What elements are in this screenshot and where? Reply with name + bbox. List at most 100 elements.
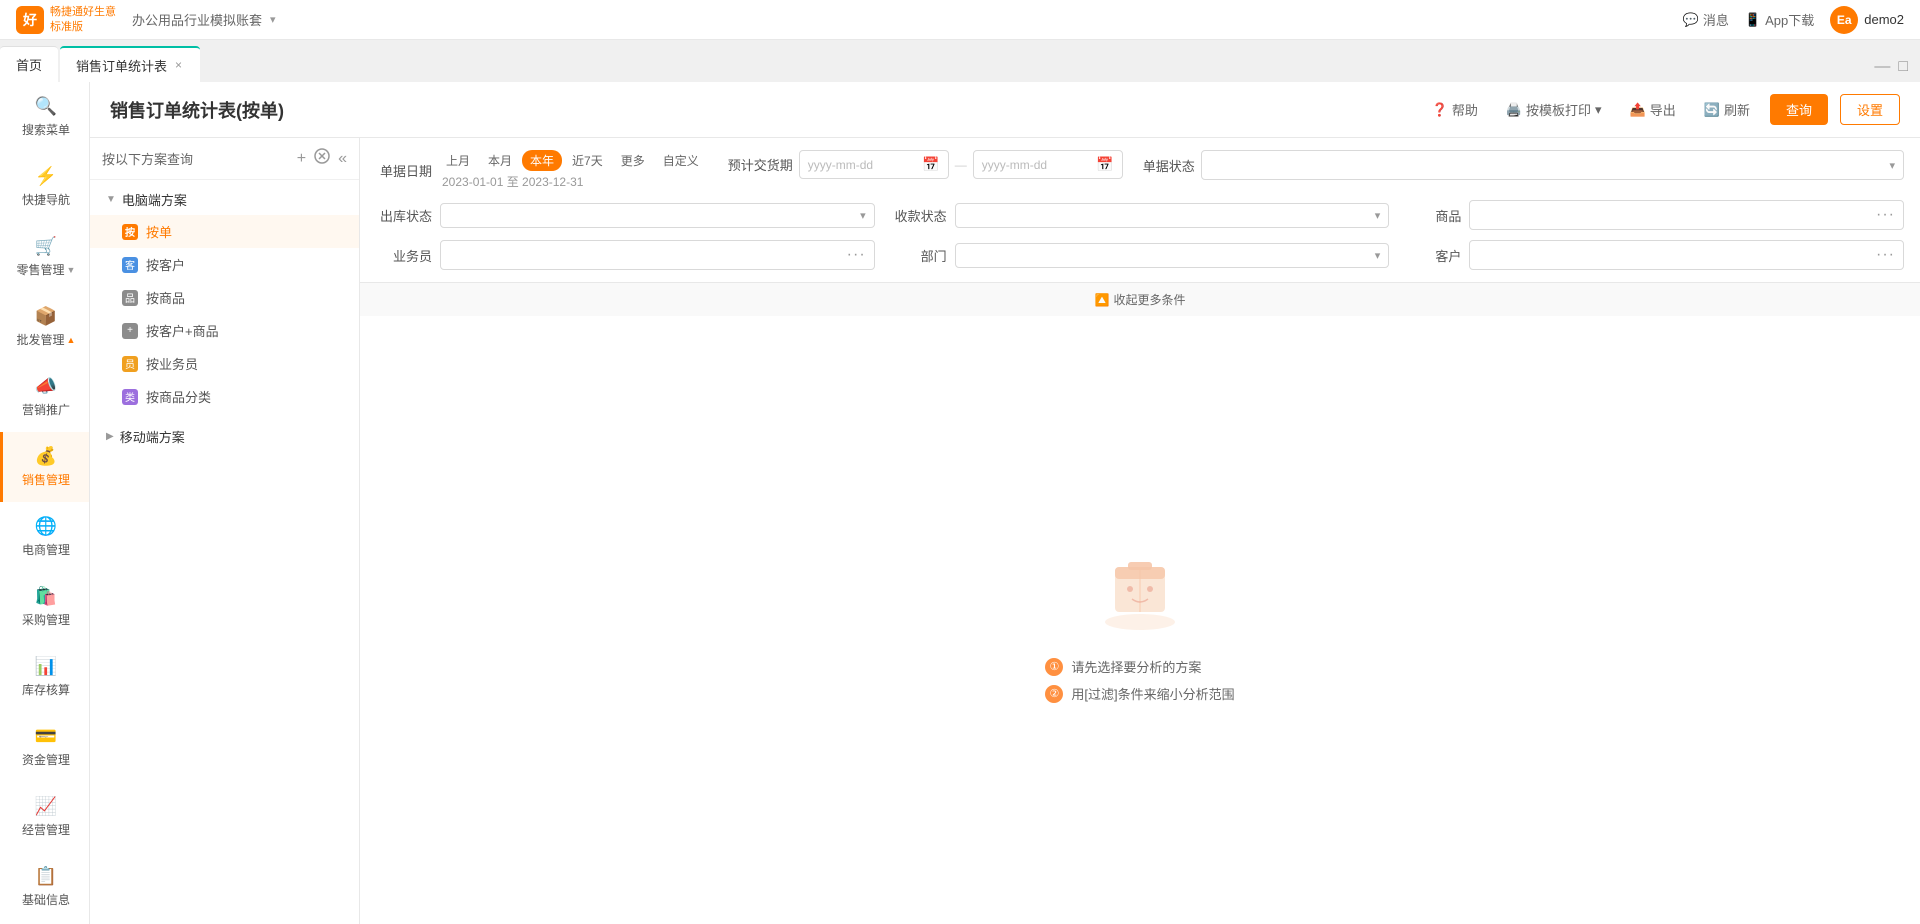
ship-status-group: 出库状态 ▾ (376, 200, 875, 230)
empty-step-1: ① 请先选择要分析的方案 (1045, 657, 1234, 676)
shortcut-more[interactable]: 更多 (613, 150, 653, 171)
settings-button[interactable]: 设置 (1840, 94, 1900, 125)
shortcut-7days[interactable]: 近7天 (564, 150, 611, 171)
tree-item-label: 按商品 (146, 288, 185, 307)
logo-icon: 好 (16, 6, 44, 34)
refresh-icon: 🔄 (1704, 102, 1720, 118)
sidebar-item-retail[interactable]: 🛒 零售管理 ▼ (0, 222, 89, 292)
right-panel: 单据日期 上月 本月 本年 近7天 更多 自定义 20 (360, 138, 1920, 924)
sidebar-item-ecommerce[interactable]: 🌐 电商管理 (0, 502, 89, 572)
expected-date-start[interactable]: yyyy-mm-dd 📅 (799, 150, 949, 179)
user-area[interactable]: Ea demo2 (1830, 6, 1904, 34)
sidebar-item-inventory[interactable]: 📊 库存核算 (0, 642, 89, 712)
tree-item-by-customer-goods[interactable]: + 按客户+商品 (90, 314, 359, 347)
by-goods-icon: 品 (122, 290, 138, 306)
quick-nav-icon: ⚡ (35, 166, 57, 187)
print-btn[interactable]: 🖨️ 按模板打印 ▾ (1498, 96, 1610, 123)
tab-actions: — □ (1874, 58, 1920, 82)
filter-row-2: 出库状态 ▾ 收款状态 ▾ (376, 200, 1904, 230)
collapse-panel-btn[interactable]: « (338, 150, 347, 168)
tree-item-by-goods[interactable]: 品 按商品 (90, 281, 359, 314)
date-shortcuts-row: 上月 本月 本年 近7天 更多 自定义 (438, 150, 707, 171)
message-icon: 💬 (1683, 12, 1699, 28)
tree-mobile-section: ▶ 移动端方案 (90, 417, 359, 456)
shortcut-last-month[interactable]: 上月 (438, 150, 478, 171)
tab-sales-order-stats[interactable]: 销售订单统计表 × (60, 46, 200, 82)
tab-minimize-btn[interactable]: — (1874, 58, 1890, 76)
sidebar-item-label: 库存核算 (22, 681, 70, 698)
collapse-up-icon: 🔼 (1095, 293, 1110, 307)
date-shortcuts-group: 上月 本月 本年 近7天 更多 自定义 2023-01-01 至 2023-12… (438, 150, 707, 190)
sidebar-item-sales[interactable]: 💰 销售管理 (0, 432, 89, 502)
collapse-bar[interactable]: 🔼 收起更多条件 (360, 283, 1920, 316)
dept-group: 部门 ▾ (891, 240, 1390, 270)
date-separator: — (955, 158, 967, 172)
sidebar-item-operation[interactable]: 📈 经营管理 (0, 782, 89, 852)
sidebar-item-quick-nav[interactable]: ⚡ 快捷导航 (0, 152, 89, 222)
empty-step-2: ② 用[过滤]条件来缩小分析范围 (1045, 684, 1234, 703)
tree-parent-mobile[interactable]: ▶ 移动端方案 (90, 421, 359, 452)
tree-parent-desktop[interactable]: ▼ 电脑端方案 (90, 184, 359, 215)
app-download-btn[interactable]: 📱 App下载 (1745, 10, 1814, 29)
dept-select[interactable]: ▾ (955, 243, 1390, 268)
filter-row-3: 业务员 ··· 部门 ▾ (376, 240, 1904, 270)
sidebar-item-basic[interactable]: 📋 基础信息 (0, 852, 89, 922)
ship-status-select[interactable]: ▾ (440, 203, 875, 228)
query-button[interactable]: 查询 (1770, 94, 1828, 125)
avatar: Ea (1830, 6, 1858, 34)
tab-maximize-btn[interactable]: □ (1898, 58, 1908, 76)
edit-scheme-btn[interactable] (314, 148, 330, 169)
expected-date-end[interactable]: yyyy-mm-dd 📅 (973, 150, 1123, 179)
tree-item-by-goods-category[interactable]: 类 按商品分类 (90, 380, 359, 413)
tree-item-by-customer[interactable]: 客 按客户 (90, 248, 359, 281)
step-1-num: ① (1045, 658, 1063, 676)
goods-input[interactable]: ··· (1469, 200, 1904, 230)
date-label: 单据日期 (376, 161, 432, 180)
message-btn[interactable]: 💬 消息 (1683, 10, 1729, 29)
help-btn[interactable]: ❓ 帮助 (1424, 96, 1486, 123)
customer-dots[interactable]: ··· (1876, 246, 1895, 264)
dept-label: 部门 (891, 246, 947, 265)
filter-row-1: 单据日期 上月 本月 本年 近7天 更多 自定义 20 (376, 150, 1904, 190)
by-customer-icon: 客 (122, 257, 138, 273)
print-dropdown-icon: ▾ (1595, 102, 1602, 118)
salesman-input[interactable]: ··· (440, 240, 875, 270)
customer-input[interactable]: ··· (1469, 240, 1904, 270)
sidebar-item-label: 批发管理 (17, 331, 65, 348)
tree-item-label: 按单 (146, 222, 172, 241)
tab-close-icon[interactable]: × (173, 56, 184, 74)
tree-parent-mobile-label: 移动端方案 (120, 427, 185, 446)
page-title: 销售订单统计表(按单) (110, 97, 284, 123)
tree-arrow-down: ▼ (106, 194, 116, 205)
tree-item-by-order[interactable]: 按 按单 (90, 215, 359, 248)
active-tab-label: 销售订单统计表 (76, 56, 167, 75)
shortcut-this-month[interactable]: 本月 (480, 150, 520, 171)
export-btn[interactable]: 📤 导出 (1622, 96, 1684, 123)
sales-icon: 💰 (35, 446, 57, 467)
sidebar-item-wholesale[interactable]: 📦 批发管理 ▲ (0, 292, 89, 362)
sidebar-item-purchase[interactable]: 🛍️ 采购管理 (0, 572, 89, 642)
purchase-icon: 🛍️ (35, 586, 57, 607)
left-panel-title: 按以下方案查询 (102, 149, 193, 168)
sidebar-item-marketing[interactable]: 📣 营销推广 (0, 362, 89, 432)
sidebar-item-search-menu[interactable]: 🔍 搜索菜单 (0, 82, 89, 152)
payment-status-select[interactable]: ▾ (955, 203, 1390, 228)
step-2-num: ② (1045, 685, 1063, 703)
refresh-btn[interactable]: 🔄 刷新 (1696, 96, 1758, 123)
sidebar-item-label: 快捷导航 (22, 191, 70, 208)
tree-item-by-salesman[interactable]: 员 按业务员 (90, 347, 359, 380)
salesman-label: 业务员 (376, 246, 432, 265)
goods-dots[interactable]: ··· (1876, 206, 1895, 224)
status-select[interactable]: ▾ (1201, 150, 1904, 180)
inventory-icon: 📊 (35, 656, 57, 677)
left-panel-icons: + « (297, 148, 347, 169)
step-1-text: 请先选择要分析的方案 (1071, 657, 1201, 676)
filter-date-group: 单据日期 上月 本月 本年 近7天 更多 自定义 20 (376, 150, 707, 190)
shortcut-custom[interactable]: 自定义 (655, 150, 707, 171)
sidebar-item-finance[interactable]: 💳 资金管理 (0, 712, 89, 782)
salesman-dots[interactable]: ··· (847, 246, 866, 264)
shortcut-this-year[interactable]: 本年 (522, 150, 562, 171)
app-title-dropdown[interactable]: ▾ (270, 13, 276, 26)
add-scheme-btn[interactable]: + (297, 150, 306, 168)
tab-home[interactable]: 首页 (0, 46, 58, 82)
